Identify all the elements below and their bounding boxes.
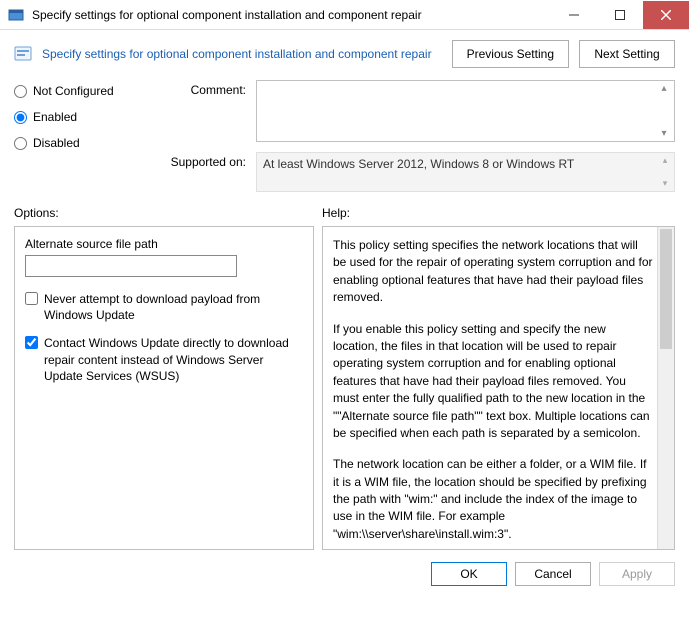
scrollbar: ▴▾ [658, 155, 672, 189]
help-section-label: Help: [322, 206, 350, 220]
checkbox-never-download[interactable]: Never attempt to download payload from W… [25, 291, 303, 323]
scrollbar-thumb[interactable] [660, 229, 672, 349]
comment-label: Comment: [164, 80, 246, 142]
radio-not-configured[interactable]: Not Configured [14, 84, 144, 98]
help-text: This policy setting specifies the networ… [323, 227, 657, 549]
maximize-button[interactable] [597, 1, 643, 29]
alternate-path-label: Alternate source file path [25, 237, 303, 251]
checkbox-label: Never attempt to download payload from W… [44, 291, 303, 323]
minimize-button[interactable] [551, 1, 597, 29]
help-paragraph: This policy setting specifies the networ… [333, 237, 653, 307]
next-setting-button[interactable]: Next Setting [579, 40, 675, 68]
checkbox-contact-wu[interactable]: Contact Windows Update directly to downl… [25, 335, 303, 384]
radio-enabled-input[interactable] [14, 111, 27, 124]
checkbox-never-download-input[interactable] [25, 292, 38, 305]
checkbox-label: Contact Windows Update directly to downl… [44, 335, 303, 384]
window-title: Specify settings for optional component … [32, 8, 551, 22]
supported-on-label: Supported on: [164, 152, 246, 192]
dialog-footer: OK Cancel Apply [0, 550, 689, 598]
radio-disabled[interactable]: Disabled [14, 136, 144, 150]
ok-button[interactable]: OK [431, 562, 507, 586]
supported-on-field: At least Windows Server 2012, Windows 8 … [256, 152, 675, 192]
header-row: Specify settings for optional component … [0, 30, 689, 76]
alternate-path-input[interactable] [25, 255, 237, 277]
options-panel: Alternate source file path Never attempt… [14, 226, 314, 550]
policy-icon [14, 45, 32, 63]
help-paragraph: If you enable this policy setting and sp… [333, 321, 653, 443]
panels: Alternate source file path Never attempt… [0, 226, 689, 550]
radio-label: Disabled [33, 136, 80, 150]
radio-label: Enabled [33, 110, 77, 124]
checkbox-contact-wu-input[interactable] [25, 336, 38, 349]
title-bar: Specify settings for optional component … [0, 0, 689, 30]
comment-textarea[interactable]: ▴▾ [256, 80, 675, 142]
help-scrollbar[interactable] [657, 227, 674, 549]
policy-title: Specify settings for optional component … [42, 47, 442, 61]
section-labels: Options: Help: [0, 192, 689, 226]
help-panel: This policy setting specifies the networ… [322, 226, 675, 550]
apply-button[interactable]: Apply [599, 562, 675, 586]
cancel-button[interactable]: Cancel [515, 562, 591, 586]
options-section-label: Options: [14, 206, 322, 220]
previous-setting-button[interactable]: Previous Setting [452, 40, 569, 68]
config-row: Not Configured Enabled Disabled Comment:… [0, 76, 689, 192]
radio-disabled-input[interactable] [14, 137, 27, 150]
radio-label: Not Configured [33, 84, 114, 98]
close-button[interactable] [643, 1, 689, 29]
supported-on-value: At least Windows Server 2012, Windows 8 … [263, 157, 574, 171]
radio-not-configured-input[interactable] [14, 85, 27, 98]
scrollbar[interactable]: ▴▾ [656, 83, 672, 139]
app-icon [8, 7, 24, 23]
state-radio-group: Not Configured Enabled Disabled [14, 80, 144, 192]
radio-enabled[interactable]: Enabled [14, 110, 144, 124]
help-paragraph: The network location can be either a fol… [333, 456, 653, 543]
